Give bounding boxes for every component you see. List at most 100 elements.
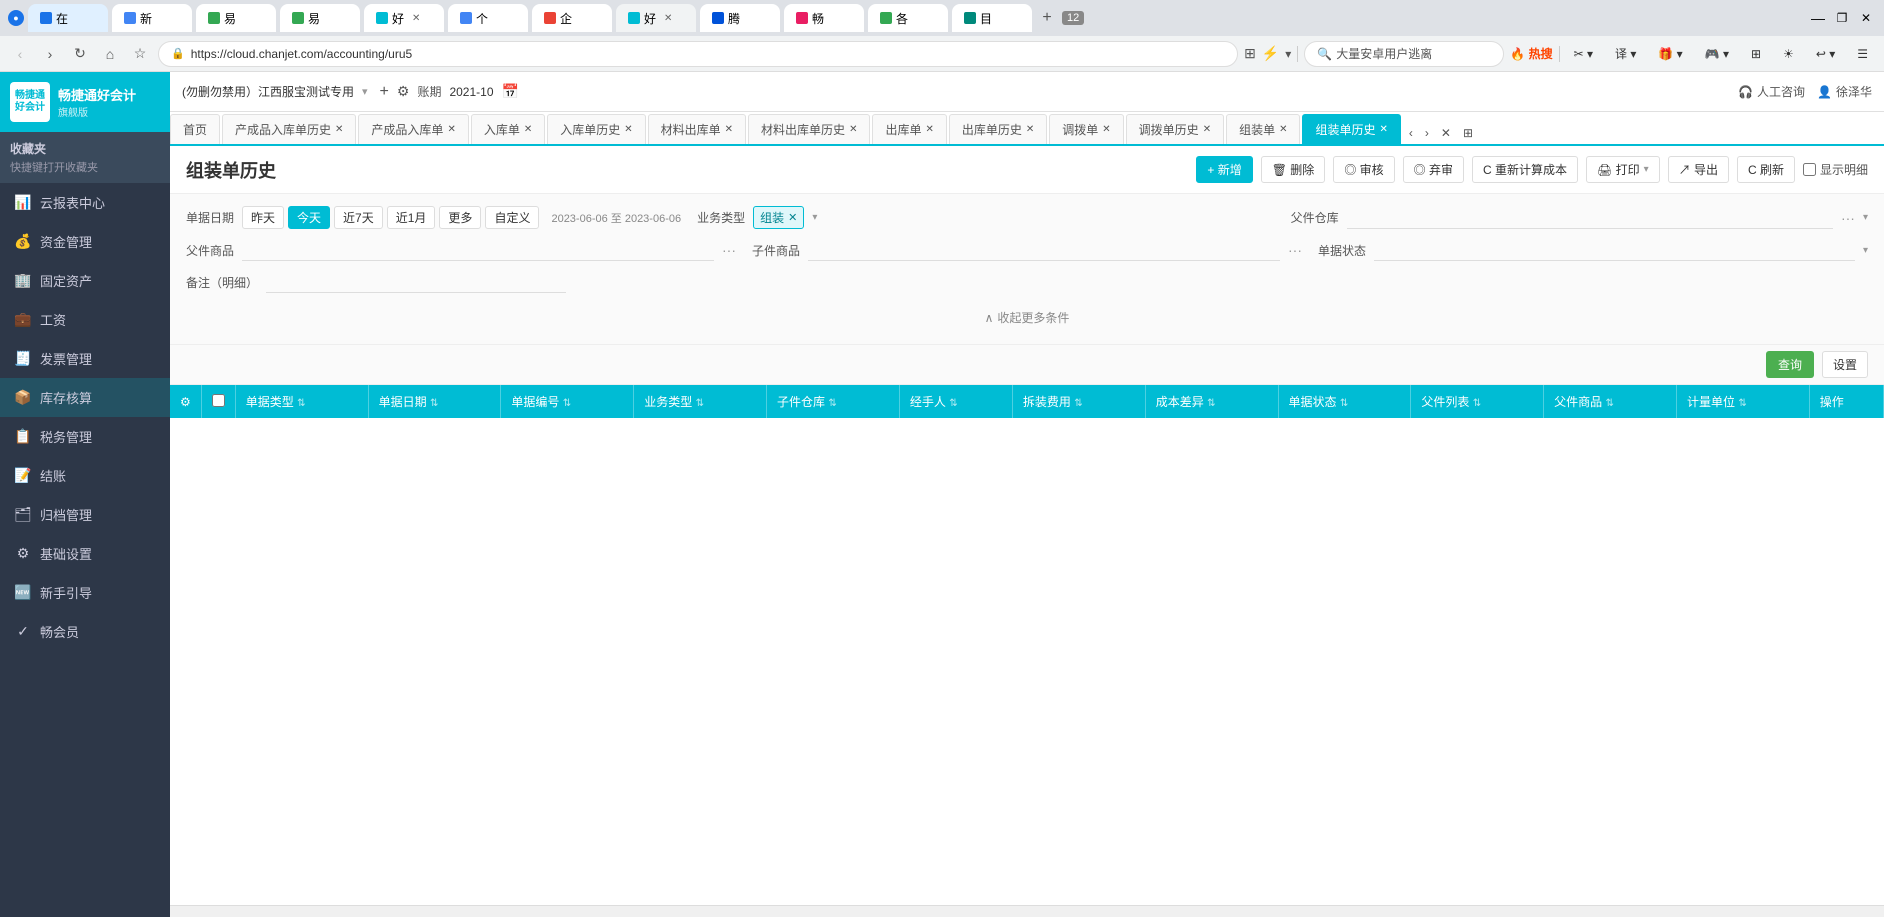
sidebar-item-member[interactable]: ✓ 畅会员 xyxy=(0,612,170,651)
tab-close-out-order[interactable]: ✕ xyxy=(925,124,933,135)
th-gear[interactable]: ⚙ xyxy=(170,385,201,418)
child-goods-more[interactable]: ··· xyxy=(1288,242,1302,258)
favorites-subtitle[interactable]: 快捷键打开收藏夹 xyxy=(10,159,160,175)
browser-tab-9[interactable]: 腾 xyxy=(700,4,780,32)
parent-warehouse-input[interactable] xyxy=(1347,207,1833,229)
qr-code-button[interactable]: ⊞ xyxy=(1244,45,1256,62)
select-all-checkbox[interactable] xyxy=(212,394,225,407)
refresh-button[interactable]: C 刷新 xyxy=(1737,156,1795,183)
date-btn-more[interactable]: 更多 xyxy=(439,206,481,229)
tab-next-button[interactable]: › xyxy=(1419,122,1435,144)
nav-tab-prod-in[interactable]: 产成品入库单 ✕ xyxy=(358,114,468,144)
print-dropdown-icon[interactable]: ▾ xyxy=(1644,164,1649,175)
tab-close-assembly[interactable]: ✕ xyxy=(1102,124,1110,135)
th-parent-goods[interactable]: 父件商品 ⇅ xyxy=(1544,385,1677,418)
parent-warehouse-more[interactable]: ··· xyxy=(1841,210,1855,226)
dropdown-button[interactable]: ▾ xyxy=(1285,47,1291,61)
grid-button[interactable]: ⊞ xyxy=(1743,45,1769,63)
date-btn-today[interactable]: 今天 xyxy=(288,206,330,229)
nav-tab-mat-out-hist[interactable]: 材料出库单历史 ✕ xyxy=(748,114,870,144)
nav-tab-in-hist[interactable]: 入库单历史 ✕ xyxy=(547,114,645,144)
browser-tab-1[interactable]: 在 xyxy=(28,4,108,32)
nav-tab-prod-in-hist[interactable]: 产成品入库单历史 ✕ xyxy=(222,114,356,144)
service-button[interactable]: 🎧 人工咨询 xyxy=(1738,83,1805,100)
cut-button[interactable]: ✂ ▾ xyxy=(1566,45,1601,63)
sidebar-item-inventory[interactable]: 📦 库存核算 xyxy=(0,378,170,417)
browser-tab-10[interactable]: 畅 xyxy=(784,4,864,32)
nav-tab-assembly[interactable]: 调拨单 ✕ xyxy=(1049,114,1123,144)
date-btn-7days[interactable]: 近7天 xyxy=(334,206,383,229)
th-checkbox[interactable] xyxy=(201,385,235,418)
gift-button[interactable]: 🎁 ▾ xyxy=(1650,45,1690,63)
th-order-no[interactable]: 单据编号 ⇅ xyxy=(501,385,634,418)
biz-type-dropdown[interactable]: ▾ xyxy=(812,212,817,223)
forward-button[interactable]: › xyxy=(38,42,62,66)
collapse-button[interactable]: ∧ 收起更多条件 xyxy=(186,303,1868,332)
tab-close-in-hist[interactable]: ✕ xyxy=(624,124,632,135)
bookmark-button[interactable]: ☆ xyxy=(128,42,152,66)
recalc-button[interactable]: C 重新计算成本 xyxy=(1472,156,1578,183)
tab-close-all-button[interactable]: ✕ xyxy=(1435,122,1457,144)
user-info[interactable]: 👤 徐泽华 xyxy=(1817,83,1872,100)
order-status-dropdown[interactable]: ▾ xyxy=(1863,245,1868,256)
parent-goods-input[interactable] xyxy=(242,239,714,261)
app-settings-button[interactable]: ⚙ xyxy=(397,83,410,100)
new-tab-button[interactable]: + xyxy=(1036,7,1058,29)
date-btn-1month[interactable]: 近1月 xyxy=(387,206,436,229)
browser-tab-3[interactable]: 易 xyxy=(196,4,276,32)
th-order-date[interactable]: 单据日期 ⇅ xyxy=(368,385,501,418)
browser-tab-6[interactable]: 个 xyxy=(448,4,528,32)
sidebar-item-settings[interactable]: ⚙ 基础设置 xyxy=(0,534,170,573)
tab-close-in-order[interactable]: ✕ xyxy=(524,124,532,135)
date-btn-yesterday[interactable]: 昨天 xyxy=(242,206,284,229)
tab-close-mat-out[interactable]: ✕ xyxy=(725,124,733,135)
sidebar-item-salary[interactable]: 💼 工资 xyxy=(0,300,170,339)
nav-tab-mat-out[interactable]: 材料出库单 ✕ xyxy=(648,114,746,144)
tab-close-mat-out-hist[interactable]: ✕ xyxy=(849,124,857,135)
th-cost-diff[interactable]: 成本差异 ⇅ xyxy=(1145,385,1278,418)
new-button[interactable]: + 新增 xyxy=(1196,156,1252,183)
remarks-input[interactable] xyxy=(266,271,566,293)
nav-tab-in-order[interactable]: 入库单 ✕ xyxy=(471,114,545,144)
th-order-status[interactable]: 单据状态 ⇅ xyxy=(1278,385,1411,418)
tab-close-assembly-hist[interactable]: ✕ xyxy=(1203,124,1211,135)
th-handler[interactable]: 经手人 ⇅ xyxy=(899,385,1012,418)
sidebar-item-archive[interactable]: 🗂 归档管理 xyxy=(0,495,170,534)
browser-tab-12[interactable]: 目 xyxy=(952,4,1032,32)
nav-tab-out-hist[interactable]: 出库单历史 ✕ xyxy=(949,114,1047,144)
abandon-button[interactable]: ◎ 弃审 xyxy=(1403,156,1464,183)
parent-goods-more[interactable]: ··· xyxy=(722,242,736,258)
address-bar[interactable]: 🔒 https://cloud.chanjet.com/accounting/u… xyxy=(158,41,1238,67)
reload-button[interactable]: ↻ xyxy=(68,42,92,66)
biz-type-tag-close[interactable]: ✕ xyxy=(788,211,797,224)
tab-more-button[interactable]: ⊞ xyxy=(1457,122,1479,144)
date-btn-custom[interactable]: 自定义 xyxy=(485,206,539,229)
browser-tab-11[interactable]: 各 xyxy=(868,4,948,32)
delete-button[interactable]: 🗑 删除 xyxy=(1261,156,1326,183)
sun-button[interactable]: ☀ xyxy=(1775,45,1802,63)
filter-settings-button[interactable]: 设置 xyxy=(1822,351,1868,378)
calendar-icon[interactable]: 📅 xyxy=(502,83,519,100)
nav-tab-assembly-hist[interactable]: 调拨单历史 ✕ xyxy=(1126,114,1224,144)
tab-close-prod-in-hist[interactable]: ✕ xyxy=(335,124,343,135)
sidebar-item-guide[interactable]: 🆕 新手引导 xyxy=(0,573,170,612)
browser-tab-4[interactable]: 易 xyxy=(280,4,360,32)
parent-warehouse-dropdown[interactable]: ▾ xyxy=(1863,212,1868,223)
export-button[interactable]: ↗ 导出 xyxy=(1668,156,1729,183)
sidebar-item-invoice[interactable]: 🧾 发票管理 xyxy=(0,339,170,378)
menu-button[interactable]: ☰ xyxy=(1849,45,1876,63)
tab-prev-button[interactable]: ‹ xyxy=(1403,122,1419,144)
browser-tab-5[interactable]: 好 ✕ xyxy=(364,4,444,32)
tab-close-5[interactable]: ✕ xyxy=(412,13,420,24)
game-button[interactable]: 🎮 ▾ xyxy=(1697,45,1737,63)
sidebar-header[interactable]: 畅捷通好会计 畅捷通好会计 旗舰版 xyxy=(0,72,170,132)
order-status-select[interactable] xyxy=(1374,239,1855,261)
th-biz-type[interactable]: 业务类型 ⇅ xyxy=(634,385,767,418)
tab-close-prod-in[interactable]: ✕ xyxy=(447,124,455,135)
minimize-button[interactable]: — xyxy=(1808,8,1828,28)
back-button[interactable]: ‹ xyxy=(8,42,32,66)
th-unit[interactable]: 计量单位 ⇅ xyxy=(1676,385,1809,418)
home-button[interactable]: ⌂ xyxy=(98,42,122,66)
undo-button[interactable]: ↩ ▾ xyxy=(1808,45,1843,63)
browser-search-bar[interactable]: 🔍 大量安卓用户逃离 xyxy=(1304,41,1504,67)
